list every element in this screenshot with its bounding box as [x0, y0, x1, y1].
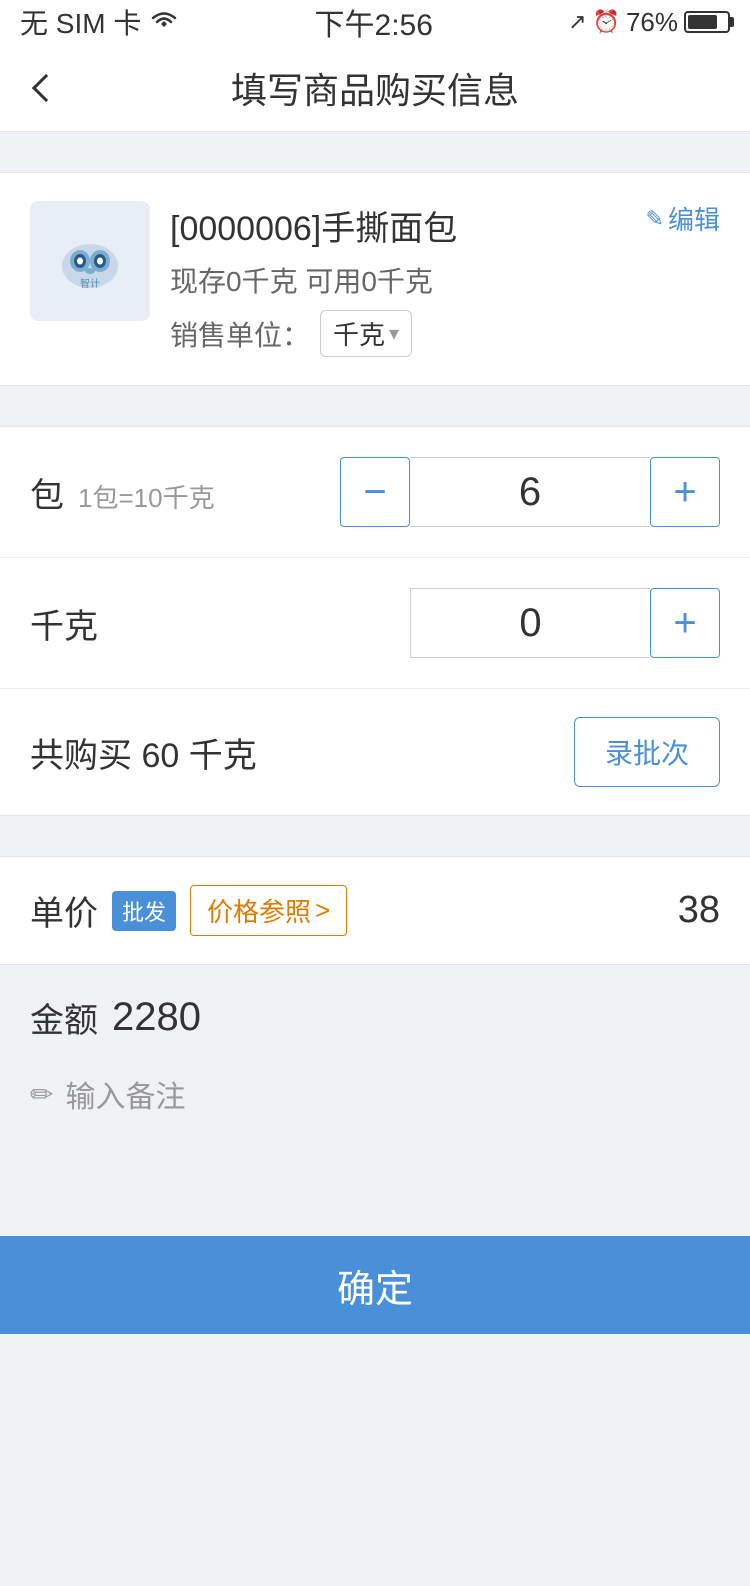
status-carrier: 无 SIM 卡: [20, 2, 179, 42]
price-row: 单价 批发 价格参照 > 38: [30, 885, 720, 936]
pencil-icon: ✏: [30, 1078, 53, 1111]
price-value: 38: [678, 889, 720, 932]
product-logo-icon: 智计: [50, 231, 130, 291]
back-arrow-icon: [32, 73, 60, 101]
amount-section: 金额 2280 ✏ 输入备注: [0, 965, 750, 1126]
bao-quantity-input[interactable]: [410, 457, 650, 527]
bao-quantity-control: − +: [340, 457, 720, 527]
price-label: 单价: [30, 886, 98, 935]
kg-label: 千克: [30, 599, 98, 648]
carrier-text: 无 SIM 卡: [20, 2, 141, 42]
price-left: 单价 批发 价格参照 >: [30, 885, 347, 936]
svg-text:智计: 智计: [80, 277, 100, 290]
product-name: [0000006]手撕面包: [170, 201, 720, 250]
separator-1: [0, 132, 750, 152]
separator-3: [0, 816, 750, 836]
kg-label-group: 千克: [30, 599, 98, 648]
price-type-tag: 批发: [112, 891, 176, 931]
kg-increment-button[interactable]: +: [650, 588, 720, 658]
status-bar: 无 SIM 卡 下午2:56 ↗ ⏰ 76%: [0, 0, 750, 44]
back-button[interactable]: [24, 66, 68, 110]
battery-icon: [684, 11, 730, 33]
unit-value: 千克: [333, 315, 385, 352]
unit-dropdown[interactable]: 千克 ▾: [320, 310, 412, 357]
remark-row[interactable]: ✏ 输入备注: [30, 1062, 720, 1126]
confirm-button[interactable]: 确定: [0, 1236, 750, 1334]
edit-icon: ✎: [646, 206, 664, 232]
edit-button[interactable]: ✎ 编辑: [646, 200, 720, 237]
record-batch-button[interactable]: 录批次: [574, 717, 720, 787]
edit-label: 编辑: [668, 200, 720, 237]
kg-quantity-input[interactable]: [410, 588, 650, 658]
bao-hint: 1包=10千克: [78, 478, 215, 515]
amount-value: 2280: [112, 995, 201, 1040]
amount-label: 金额: [30, 993, 98, 1042]
summary-text: 共购买 60 千克: [30, 728, 257, 777]
nav-bar: 填写商品购买信息: [0, 44, 750, 132]
product-image: 智计: [30, 201, 150, 321]
price-section: 单价 批发 价格参照 > 38: [0, 856, 750, 965]
remark-placeholder: 输入备注: [65, 1072, 185, 1116]
bao-decrement-button[interactable]: −: [340, 457, 410, 527]
status-time: 下午2:56: [315, 0, 433, 44]
product-stock: 现存0千克 可用0千克: [170, 260, 720, 300]
price-reference-button[interactable]: 价格参照 >: [190, 885, 347, 936]
bao-quantity-row: 包 1包=10千克 − +: [0, 427, 750, 558]
status-right: ↗ ⏰ 76%: [568, 7, 730, 38]
alarm-icon: ⏰: [593, 9, 620, 35]
wifi-icon: [149, 6, 179, 38]
amount-row: 金额 2280: [30, 993, 720, 1042]
kg-quantity-row: 千克 +: [0, 558, 750, 689]
price-ref-arrow-icon: >: [315, 895, 330, 926]
price-ref-label: 价格参照: [207, 892, 311, 929]
product-unit: 销售单位： 千克 ▾: [170, 310, 720, 357]
bao-increment-button[interactable]: +: [650, 457, 720, 527]
product-info: [0000006]手撕面包 现存0千克 可用0千克 销售单位： 千克 ▾: [170, 201, 720, 357]
location-icon: ↗: [568, 9, 586, 35]
battery-percent: 76%: [626, 7, 678, 38]
summary-row: 共购买 60 千克 录批次: [0, 689, 750, 815]
empty-area: [0, 1126, 750, 1586]
kg-quantity-control: +: [410, 588, 720, 658]
bao-label: 包: [30, 468, 64, 517]
quantity-section: 包 1包=10千克 − + 千克 + 共购买 60 千克 录批次: [0, 426, 750, 816]
unit-label: 销售单位：: [170, 314, 310, 354]
page-title: 填写商品购买信息: [231, 62, 519, 114]
dropdown-arrow-icon: ▾: [389, 321, 399, 346]
product-card: 智计 [0000006]手撕面包 现存0千克 可用0千克 销售单位： 千克 ▾ …: [0, 172, 750, 386]
separator-2: [0, 386, 750, 406]
bao-label-group: 包 1包=10千克: [30, 468, 215, 517]
